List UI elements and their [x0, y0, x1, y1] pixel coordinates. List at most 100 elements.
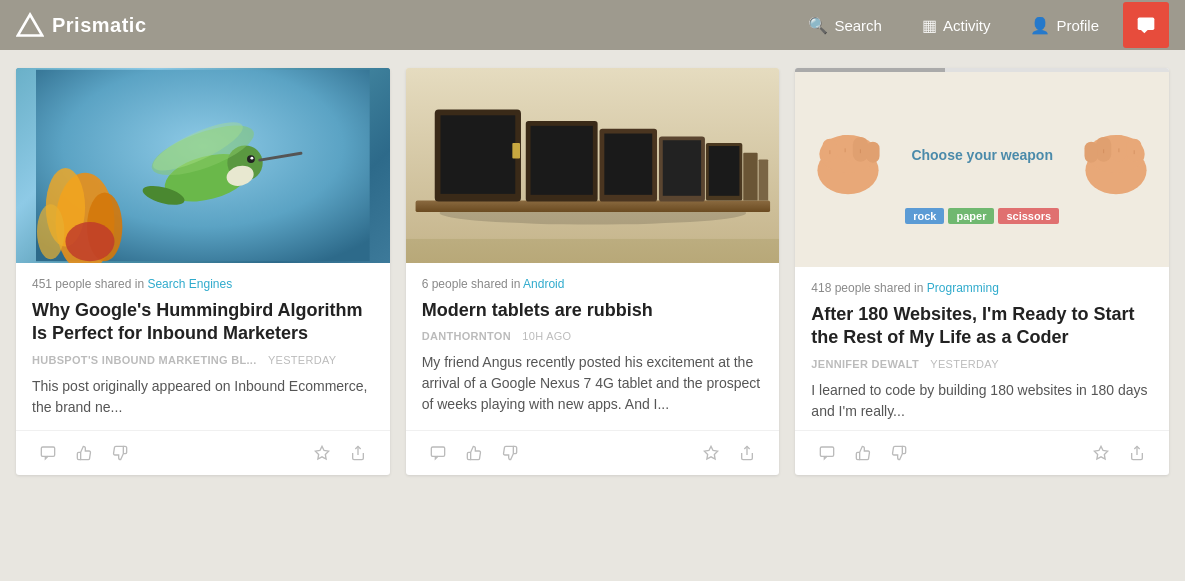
rps-tags: rock paper scissors — [905, 208, 1059, 224]
svg-marker-59 — [1094, 446, 1107, 459]
svg-rect-37 — [431, 447, 444, 456]
card-1-shared: 451 people shared in Search Engines — [32, 277, 374, 291]
card-1-actions — [16, 430, 390, 475]
svg-point-8 — [65, 222, 114, 261]
card-3-thumbdown-button[interactable] — [883, 441, 915, 465]
nav-activity[interactable]: ▦ Activity — [902, 0, 1011, 50]
rps-choose-text: Choose your weapon — [911, 146, 1053, 164]
bookmark-icon — [314, 445, 330, 461]
svg-rect-36 — [758, 159, 768, 200]
header-nav: 🔍 Search ▦ Activity 👤 Profile — [788, 0, 1169, 50]
svg-rect-58 — [821, 447, 834, 456]
svg-rect-45 — [867, 141, 880, 162]
thumbup-icon — [855, 445, 871, 461]
activity-icon: ▦ — [922, 16, 937, 35]
card-3-comment-button[interactable] — [811, 441, 843, 465]
card-2-body: 6 people shared in Android Modern tablet… — [406, 263, 780, 430]
tablets-svg — [406, 68, 780, 243]
card-tablets: 6 people shared in Android Modern tablet… — [406, 68, 780, 475]
nav-search[interactable]: 🔍 Search — [788, 0, 902, 50]
card-1-meta: HUBSPOT'S INBOUND MARKETING BL... YESTER… — [32, 354, 374, 366]
svg-rect-42 — [823, 138, 838, 161]
card-1-title: Why Google's Hummingbird Algorithm Is Pe… — [32, 299, 374, 346]
rps-paper-tag[interactable]: paper — [948, 208, 994, 224]
card-1-comment-button[interactable] — [32, 441, 64, 465]
share-icon — [1129, 445, 1145, 461]
card-1-share-button[interactable] — [342, 441, 374, 465]
svg-rect-33 — [708, 146, 739, 196]
comment-icon — [40, 445, 56, 461]
card-1-image — [16, 68, 390, 263]
comment-icon — [819, 445, 835, 461]
card-3-share-button[interactable] — [1121, 441, 1153, 465]
svg-rect-54 — [1084, 141, 1097, 162]
card-3-title: After 180 Websites, I'm Ready to Start t… — [811, 303, 1153, 350]
card-3-actions-left — [811, 441, 915, 465]
left-fist-icon — [805, 116, 891, 196]
card-1-thumbdown-button[interactable] — [104, 441, 136, 465]
card-3-excerpt: I learned to code by building 180 websit… — [811, 380, 1153, 422]
logo-text: Prismatic — [52, 14, 147, 37]
card-3-image: Choose your weapon — [795, 72, 1169, 267]
card-3-tag[interactable]: Programming — [927, 281, 999, 295]
card-1-tag[interactable]: Search Engines — [147, 277, 232, 291]
card-1-bookmark-button[interactable] — [306, 441, 338, 465]
logo[interactable]: Prismatic — [16, 11, 788, 39]
card-2-time: 10H AGO — [522, 330, 571, 342]
card-1-thumbup-button[interactable] — [68, 441, 100, 465]
card-2-shared: 6 people shared in Android — [422, 277, 764, 291]
card-3-author: JENNIFER DEWALT — [811, 358, 919, 370]
card-1-excerpt: This post originally appeared on Inbound… — [32, 376, 374, 422]
svg-rect-34 — [512, 143, 520, 158]
chat-button[interactable] — [1123, 2, 1169, 48]
card-3-bookmark-button[interactable] — [1085, 441, 1117, 465]
svg-rect-51 — [1127, 138, 1142, 161]
svg-rect-27 — [530, 126, 592, 195]
svg-rect-29 — [604, 134, 652, 195]
rps-scissors-tag[interactable]: scissors — [998, 208, 1059, 224]
card-1-body: 451 people shared in Search Engines Why … — [16, 263, 390, 430]
card-2-share-button[interactable] — [731, 441, 763, 465]
rps-rock-tag[interactable]: rock — [905, 208, 944, 224]
card-2-bookmark-button[interactable] — [695, 441, 727, 465]
thumbup-icon — [466, 445, 482, 461]
card-rps: Choose your weapon — [795, 68, 1169, 475]
svg-marker-0 — [18, 15, 43, 36]
header: Prismatic 🔍 Search ▦ Activity 👤 Profile — [0, 0, 1185, 50]
card-2-image — [406, 68, 780, 263]
card-1-actions-left — [32, 441, 136, 465]
svg-rect-52 — [1111, 134, 1126, 161]
card-1-time: YESTERDAY — [268, 354, 337, 366]
nav-search-label: Search — [834, 17, 882, 34]
share-icon — [350, 445, 366, 461]
card-2-actions-right — [695, 441, 763, 465]
svg-marker-19 — [315, 446, 328, 459]
card-2-tag[interactable]: Android — [523, 277, 564, 291]
card-2-excerpt: My friend Angus recently posted his exci… — [422, 352, 764, 421]
svg-rect-1 — [1138, 18, 1155, 31]
card-2-actions-left — [422, 441, 526, 465]
svg-rect-23 — [415, 201, 770, 212]
main-content: 451 people shared in Search Engines Why … — [0, 50, 1185, 493]
card-2-thumbdown-button[interactable] — [494, 441, 526, 465]
hummingbird-svg — [36, 68, 370, 263]
card-3-actions-right — [1085, 441, 1153, 465]
nav-profile[interactable]: 👤 Profile — [1010, 0, 1119, 50]
card-3-shared: 418 people shared in Programming — [811, 281, 1153, 295]
card-3-actions — [795, 430, 1169, 475]
card-hummingbird: 451 people shared in Search Engines Why … — [16, 68, 390, 475]
svg-point-7 — [37, 204, 64, 259]
card-3-body: 418 people shared in Programming After 1… — [795, 267, 1169, 430]
card-1-author: HUBSPOT'S INBOUND MARKETING BL... — [32, 354, 257, 366]
card-2-thumbup-button[interactable] — [458, 441, 490, 465]
svg-marker-38 — [705, 446, 718, 459]
thumbdown-icon — [112, 445, 128, 461]
profile-icon: 👤 — [1030, 16, 1050, 35]
card-2-author: DANTHORNTON — [422, 330, 511, 342]
card-2-comment-button[interactable] — [422, 441, 454, 465]
svg-rect-18 — [41, 447, 54, 456]
card-3-thumbup-button[interactable] — [847, 441, 879, 465]
bookmark-icon — [703, 445, 719, 461]
svg-rect-43 — [838, 134, 853, 161]
thumbdown-icon — [891, 445, 907, 461]
